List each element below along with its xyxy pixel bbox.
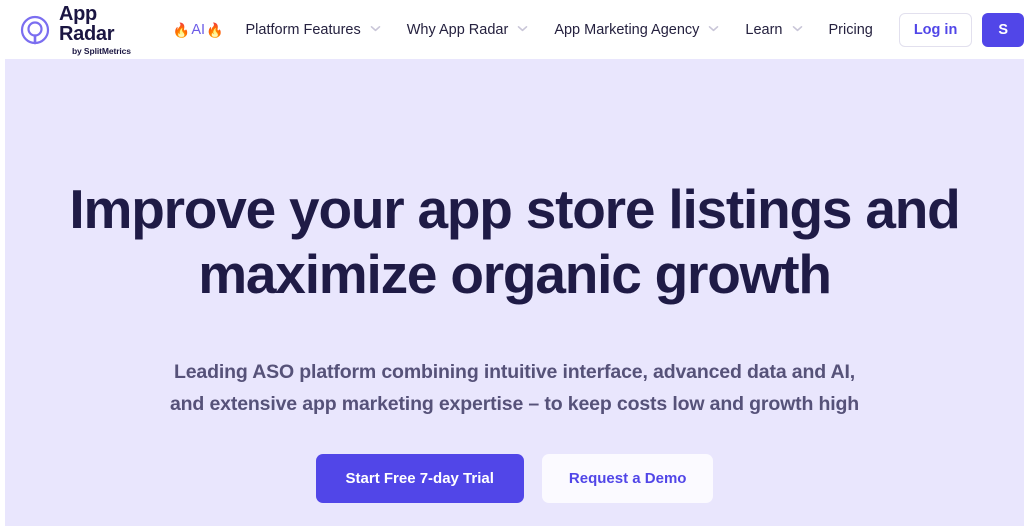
site-header: App Radar by SplitMetrics 🔥 AI 🔥 Platfor… — [0, 0, 1024, 59]
nav-item-label-app-marketing-agency: App Marketing Agency — [554, 21, 700, 38]
nav-item-ai[interactable]: 🔥 AI 🔥 — [173, 22, 224, 38]
headline-line-2: maximize organic growth — [198, 243, 832, 306]
subtitle-line-1: Leading ASO platform combining intuitive… — [173, 360, 856, 383]
brand-wordmark: App Radar by SplitMetrics — [59, 4, 131, 56]
brand-logo[interactable]: App Radar by SplitMetrics — [20, 4, 131, 56]
hero-subtitle: Leading ASO platform combining intuitive… — [5, 356, 1024, 420]
request-demo-button[interactable]: Request a Demo — [541, 454, 714, 504]
chevron-down-icon — [370, 23, 381, 34]
fire-emoji-left: 🔥 — [172, 21, 191, 38]
nav-item-app-marketing-agency[interactable]: App Marketing Agency — [554, 22, 719, 38]
signup-button[interactable]: S — [982, 12, 1024, 47]
subtitle-line-2: and extensive app marketing expertise – … — [169, 393, 860, 416]
nav-item-label-pricing: Pricing — [828, 21, 873, 38]
app-radar-radar-logo-icon — [20, 15, 50, 45]
hero-section: Improve your app store listings and maxi… — [5, 59, 1024, 526]
nav-item-label-learn: Learn — [745, 21, 783, 38]
start-free-trial-button[interactable]: Start Free 7-day Trial — [315, 454, 524, 504]
chevron-down-icon — [517, 23, 528, 34]
fire-emoji-right: 🔥 — [206, 21, 224, 38]
header-actions: Log in S — [898, 12, 1024, 47]
chevron-down-icon — [792, 23, 803, 34]
headline-line-1: Improve your app store listings and — [69, 178, 960, 240]
hero-cta-row: Start Free 7-day Trial Request a Demo — [5, 454, 1024, 504]
brand-tagline: by SplitMetrics — [71, 45, 131, 56]
hero-content: Improve your app store listings and maxi… — [5, 59, 1024, 504]
main-navigation: 🔥 AI 🔥 Platform Features Why App Radar A… — [173, 0, 899, 59]
nav-item-label-why-app-radar: Why App Radar — [406, 21, 509, 38]
nav-item-learn[interactable]: Learn — [745, 22, 802, 38]
chevron-down-icon — [708, 23, 719, 34]
nav-item-label-ai: AI — [191, 21, 206, 38]
nav-item-label-platform-features: Platform Features — [245, 21, 361, 38]
page-root: App Radar by SplitMetrics 🔥 AI 🔥 Platfor… — [0, 0, 1024, 526]
nav-item-why-app-radar[interactable]: Why App Radar — [407, 22, 529, 38]
page-title: Improve your app store listings and maxi… — [5, 177, 1024, 308]
nav-item-pricing[interactable]: Pricing — [829, 22, 873, 38]
brand-name: App Radar — [59, 2, 115, 45]
nav-item-platform-features[interactable]: Platform Features — [246, 22, 381, 38]
login-button[interactable]: Log in — [898, 12, 973, 47]
